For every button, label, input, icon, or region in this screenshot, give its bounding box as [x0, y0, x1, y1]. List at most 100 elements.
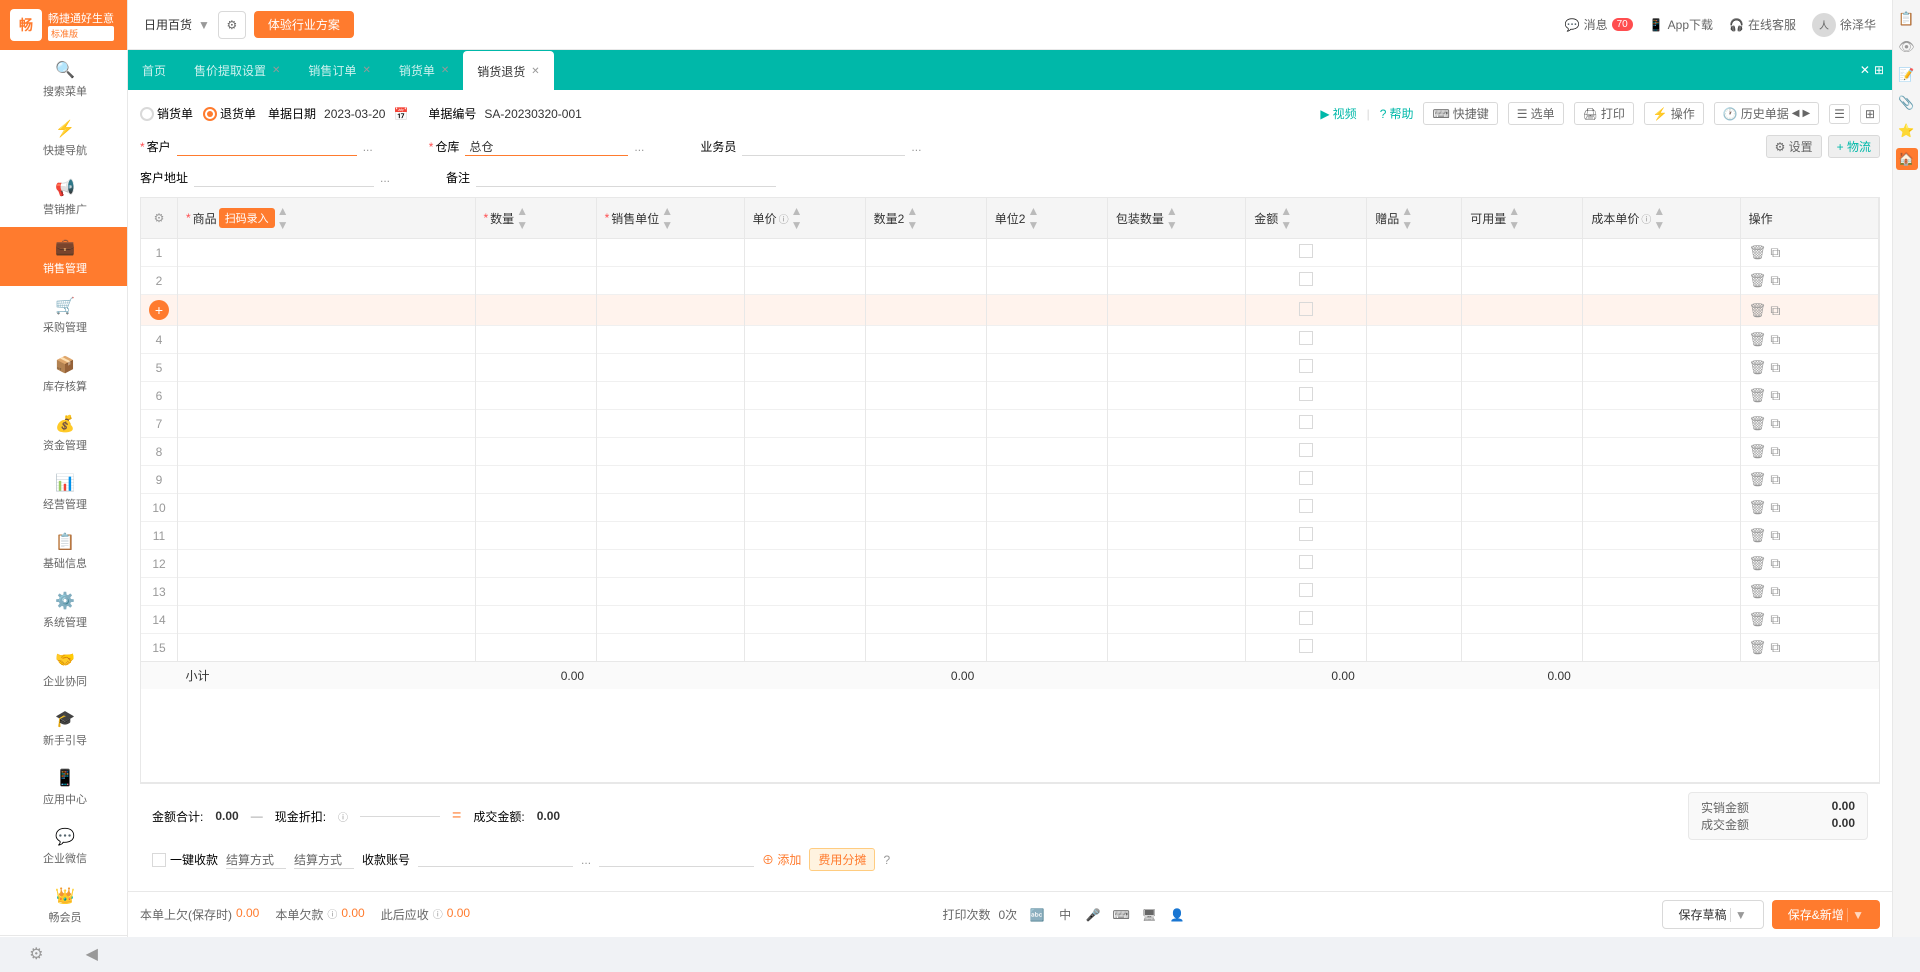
delete-icon-2[interactable]: 🗑 — [1749, 272, 1767, 289]
sidebar-item-wechat[interactable]: 💬 企业微信 — [0, 817, 127, 876]
cell-7-6[interactable] — [1246, 410, 1367, 438]
delete-icon-7[interactable]: 🗑 — [1749, 415, 1767, 432]
gift-checkbox-14[interactable] — [1299, 611, 1313, 625]
copy-icon-12[interactable]: ⧉ — [1770, 555, 1780, 572]
gift-checkbox-5[interactable] — [1299, 359, 1313, 373]
amount-input[interactable] — [599, 852, 754, 867]
cell-4-3[interactable] — [865, 326, 986, 354]
col-settings-icon[interactable]: ⚙ — [154, 211, 165, 225]
cell-2-0[interactable] — [475, 267, 596, 295]
tab-sale-return-close[interactable]: ✕ — [531, 66, 539, 77]
cell-11-6[interactable] — [1246, 522, 1367, 550]
copy-icon-10[interactable]: ⧉ — [1770, 499, 1780, 516]
copy-icon-7[interactable]: ⧉ — [1770, 415, 1780, 432]
right-panel-item-4[interactable]: 📎 — [1896, 92, 1918, 114]
one-click-cb[interactable] — [152, 853, 166, 867]
cell-6-6[interactable] — [1246, 382, 1367, 410]
cell-9-1[interactable] — [596, 466, 744, 494]
sidebar-item-shortcut[interactable]: ⚡ 快捷导航 — [0, 109, 127, 168]
cell-3-7[interactable] — [1367, 295, 1462, 326]
cell-14-6[interactable] — [1246, 606, 1367, 634]
copy-icon-3[interactable]: ⧉ — [1770, 302, 1780, 319]
copy-icon-8[interactable]: ⧉ — [1770, 443, 1780, 460]
cell-1-6[interactable] — [1246, 239, 1367, 267]
cell-5-0[interactable] — [475, 354, 596, 382]
cell-14-0[interactable] — [475, 606, 596, 634]
cell-11-8[interactable] — [1462, 522, 1583, 550]
sidebar-item-search[interactable]: 🔍 搜索菜单 — [0, 50, 127, 109]
sidebar-item-marketing[interactable]: 📢 营销推广 — [0, 168, 127, 227]
cell-2-5[interactable] — [1107, 267, 1245, 295]
cell-7-4[interactable] — [986, 410, 1107, 438]
cell-12-6[interactable] — [1246, 550, 1367, 578]
cell-1-7[interactable] — [1367, 239, 1462, 267]
copy-icon-13[interactable]: ⧉ — [1770, 583, 1780, 600]
gift-checkbox-13[interactable] — [1299, 583, 1313, 597]
settings-bottom-icon[interactable]: ⚙ — [29, 944, 43, 964]
tab-sale-order[interactable]: 销售订单 ✕ — [294, 50, 384, 90]
product-cell-11[interactable] — [178, 522, 476, 550]
cell-13-5[interactable] — [1107, 578, 1245, 606]
save-new-dropdown-icon[interactable]: ▼ — [1847, 908, 1864, 922]
note-input[interactable] — [476, 168, 776, 187]
cell-7-3[interactable] — [865, 410, 986, 438]
cell-5-1[interactable] — [596, 354, 744, 382]
copy-icon-2[interactable]: ⧉ — [1770, 272, 1780, 289]
copy-icon-11[interactable]: ⧉ — [1770, 527, 1780, 544]
sidebar-item-app[interactable]: 📱 应用中心 — [0, 758, 127, 817]
right-panel-item-5[interactable]: ⭐ — [1896, 120, 1918, 142]
address-ellipsis-btn[interactable]: ... — [380, 171, 390, 185]
product-cell-3[interactable] — [178, 295, 476, 326]
cell-9-7[interactable] — [1367, 466, 1462, 494]
cell-6-2[interactable] — [744, 382, 865, 410]
cell-6-1[interactable] — [596, 382, 744, 410]
cell-14-3[interactable] — [865, 606, 986, 634]
settings-button[interactable]: ⚙ 设置 — [1766, 135, 1822, 158]
copy-icon-4[interactable]: ⧉ — [1770, 331, 1780, 348]
add-payment-button[interactable]: ⊕ 添加 — [762, 851, 801, 868]
customer-ellipsis-btn[interactable]: ... — [363, 140, 373, 154]
discount-input[interactable] — [360, 816, 440, 817]
doc-action-video[interactable]: ▶ 视频 — [1320, 105, 1356, 122]
cell-14-8[interactable] — [1462, 606, 1583, 634]
cell-15-1[interactable] — [596, 634, 744, 662]
cell-3-1[interactable] — [596, 295, 744, 326]
cell-2-8[interactable] — [1462, 267, 1583, 295]
sidebar-item-sales[interactable]: 💼 销售管理 — [0, 227, 127, 286]
cell-14-4[interactable] — [986, 606, 1107, 634]
gift-checkbox-6[interactable] — [1299, 387, 1313, 401]
cell-4-2[interactable] — [744, 326, 865, 354]
delete-icon-10[interactable]: 🗑 — [1749, 499, 1767, 516]
right-panel-item-6[interactable]: 🏠 — [1896, 148, 1918, 170]
cell-15-3[interactable] — [865, 634, 986, 662]
online-service-button[interactable]: 🎧 在线客服 — [1729, 16, 1796, 33]
cell-12-4[interactable] — [986, 550, 1107, 578]
cell-15-0[interactable] — [475, 634, 596, 662]
cell-13-3[interactable] — [865, 578, 986, 606]
toolbar-icon-3[interactable]: 🎤 — [1081, 903, 1105, 927]
sidebar-item-member[interactable]: 👑 畅会员 — [0, 876, 127, 935]
gift-checkbox-15[interactable] — [1299, 639, 1313, 653]
logistics-button[interactable]: + 物流 — [1828, 135, 1880, 158]
product-cell-12[interactable] — [178, 550, 476, 578]
delete-icon-6[interactable]: 🗑 — [1749, 387, 1767, 404]
cell-1-4[interactable] — [986, 239, 1107, 267]
cell-5-5[interactable] — [1107, 354, 1245, 382]
sidebar-item-corp[interactable]: 🤝 企业协同 — [0, 640, 127, 699]
cell-9-6[interactable] — [1246, 466, 1367, 494]
cell-15-6[interactable] — [1246, 634, 1367, 662]
tab-sale-delivery[interactable]: 销货单 ✕ — [385, 50, 463, 90]
cell-3-0[interactable] — [475, 295, 596, 326]
cell-9-5[interactable] — [1107, 466, 1245, 494]
tab-sale-return[interactable]: 销货退货 ✕ — [463, 51, 553, 91]
delete-icon-14[interactable]: 🗑 — [1749, 611, 1767, 628]
cell-4-6[interactable] — [1246, 326, 1367, 354]
gift-checkbox-12[interactable] — [1299, 555, 1313, 569]
warehouse-input[interactable] — [465, 137, 628, 156]
tab-home[interactable]: 首页 — [128, 50, 180, 90]
cell-7-7[interactable] — [1367, 410, 1462, 438]
cell-6-5[interactable] — [1107, 382, 1245, 410]
tab-sale-price-close[interactable]: ✕ — [272, 65, 280, 76]
delete-icon-3[interactable]: 🗑 — [1749, 302, 1767, 319]
cell-14-7[interactable] — [1367, 606, 1462, 634]
